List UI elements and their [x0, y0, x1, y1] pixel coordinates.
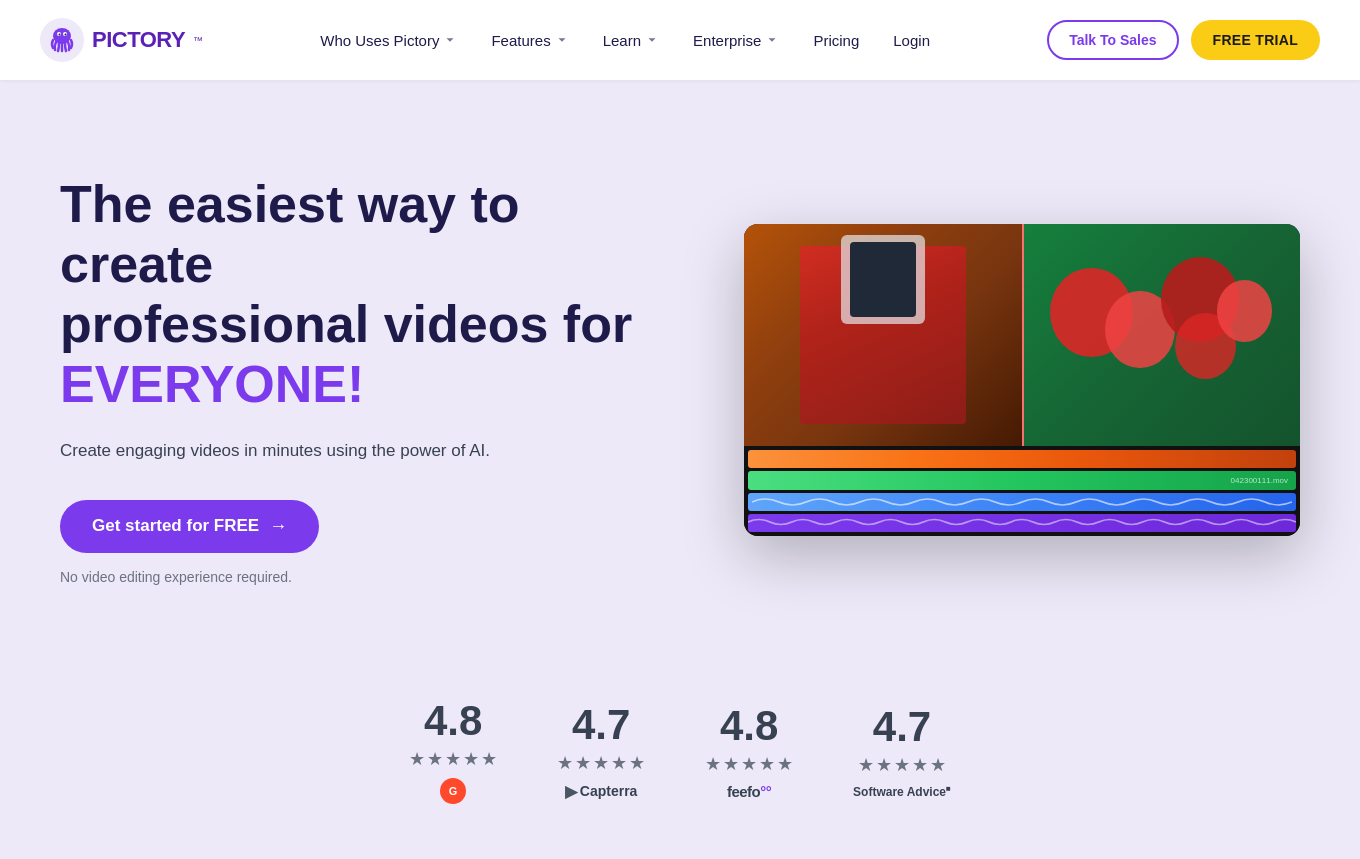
capterra-stars: ★ ★ ★ ★ ★	[557, 752, 645, 774]
sa-stars: ★ ★ ★ ★ ★	[858, 754, 946, 776]
feefo-text: feefo°°	[727, 783, 771, 800]
capterra-score: 4.7	[572, 704, 630, 746]
star-2: ★	[876, 754, 892, 776]
hero-title-highlight: EVERYONE!	[60, 355, 364, 413]
hero-left: The easiest way to create professional v…	[60, 175, 680, 585]
feefo-score: 4.8	[720, 705, 778, 747]
star-5: ★	[930, 754, 946, 776]
timeline-track-green: 042300111.mov	[748, 471, 1296, 489]
star-1: ★	[557, 752, 573, 774]
video-timeline: 042300111.mov	[744, 446, 1300, 536]
star-5: ★	[777, 753, 793, 775]
nav-login[interactable]: Login	[879, 24, 944, 57]
nav-who-uses[interactable]: Who Uses Pictory	[306, 24, 471, 57]
g2-score: 4.8	[424, 700, 482, 742]
chevron-down-icon	[765, 33, 779, 47]
svg-point-5	[65, 34, 67, 36]
nav-enterprise[interactable]: Enterprise	[679, 24, 793, 57]
capterra-logo: ▶ Capterra	[565, 782, 638, 801]
hero-section: The easiest way to create professional v…	[0, 80, 1360, 660]
sa-score: 4.7	[873, 706, 931, 748]
star-5: ★	[629, 752, 645, 774]
audio-waveform-2	[748, 514, 1296, 530]
timeline-track-audio	[748, 493, 1296, 511]
feefo-stars: ★ ★ ★ ★ ★	[705, 753, 793, 775]
playhead	[1022, 224, 1024, 446]
hero-right: 042300111.mov	[720, 224, 1300, 536]
sa-logo: Software Advice■	[853, 784, 951, 799]
timeline-track-extra	[748, 514, 1296, 532]
star-3: ★	[894, 754, 910, 776]
timeline-track-video	[748, 450, 1296, 468]
track-filename: 042300111.mov	[1231, 476, 1288, 485]
star-4: ★	[759, 753, 775, 775]
hero-subtitle: Create engaging videos in minutes using …	[60, 438, 680, 464]
star-4: ★	[912, 754, 928, 776]
get-started-button[interactable]: Get started for FREE →	[60, 500, 319, 553]
video-editor-mockup: 042300111.mov	[744, 224, 1300, 536]
bottom-section	[0, 854, 1360, 859]
free-trial-button[interactable]: FREE TRIAL	[1191, 20, 1320, 60]
chevron-down-icon	[645, 33, 659, 47]
star-2: ★	[575, 752, 591, 774]
logo[interactable]: PICTORY ™	[40, 18, 203, 62]
feefo-logo: feefo°°	[727, 783, 771, 800]
star-1: ★	[705, 753, 721, 775]
capterra-arrow-icon: ▶	[565, 782, 577, 801]
logo-tm: ™	[193, 35, 203, 46]
star-1: ★	[858, 754, 874, 776]
navbar: PICTORY ™ Who Uses Pictory Features Learn…	[0, 0, 1360, 80]
ratings-section: 4.8 ★ ★ ★ ★ ★ G 4.7 ★ ★ ★ ★ ★ ▶ Capterra…	[0, 660, 1360, 854]
rating-g2: 4.8 ★ ★ ★ ★ ★ G	[409, 700, 497, 804]
star-4: ★	[463, 748, 479, 770]
capterra-text: Capterra	[580, 783, 638, 799]
talk-to-sales-button[interactable]: Talk To Sales	[1047, 20, 1178, 60]
video-frame-left	[744, 224, 1022, 446]
hero-note: No video editing experience required.	[60, 569, 680, 585]
nav-links: Who Uses Pictory Features Learn Enterpri…	[306, 24, 944, 57]
rating-software-advice: 4.7 ★ ★ ★ ★ ★ Software Advice■	[853, 706, 951, 799]
star-2: ★	[723, 753, 739, 775]
nav-pricing[interactable]: Pricing	[799, 24, 873, 57]
chevron-down-icon	[555, 33, 569, 47]
sa-text: Software Advice■	[853, 784, 951, 799]
sa-superscript: ■	[946, 784, 951, 793]
star-1: ★	[409, 748, 425, 770]
g2-logo: G	[440, 778, 466, 804]
chevron-down-icon	[443, 33, 457, 47]
logo-text: PICTORY	[92, 27, 185, 53]
star-3: ★	[593, 752, 609, 774]
star-4: ★	[611, 752, 627, 774]
video-frames	[744, 224, 1300, 446]
nav-features[interactable]: Features	[477, 24, 582, 57]
g2-badge: G	[440, 778, 466, 804]
star-2: ★	[427, 748, 443, 770]
star-3: ★	[445, 748, 461, 770]
audio-waveform	[752, 494, 1292, 510]
nav-learn[interactable]: Learn	[589, 24, 673, 57]
hero-video-preview: 042300111.mov	[744, 224, 1300, 536]
rating-feefo: 4.8 ★ ★ ★ ★ ★ feefo°°	[705, 705, 793, 800]
star-3: ★	[741, 753, 757, 775]
nav-actions: Talk To Sales FREE TRIAL	[1047, 20, 1320, 60]
star-5: ★	[481, 748, 497, 770]
svg-point-4	[59, 34, 61, 36]
feefo-dot: °°	[760, 783, 771, 800]
g2-stars: ★ ★ ★ ★ ★	[409, 748, 497, 770]
hero-title: The easiest way to create professional v…	[60, 175, 680, 414]
video-frame-right	[1022, 224, 1300, 446]
logo-icon	[40, 18, 84, 62]
rating-capterra: 4.7 ★ ★ ★ ★ ★ ▶ Capterra	[557, 704, 645, 801]
arrow-right-icon: →	[269, 516, 287, 537]
